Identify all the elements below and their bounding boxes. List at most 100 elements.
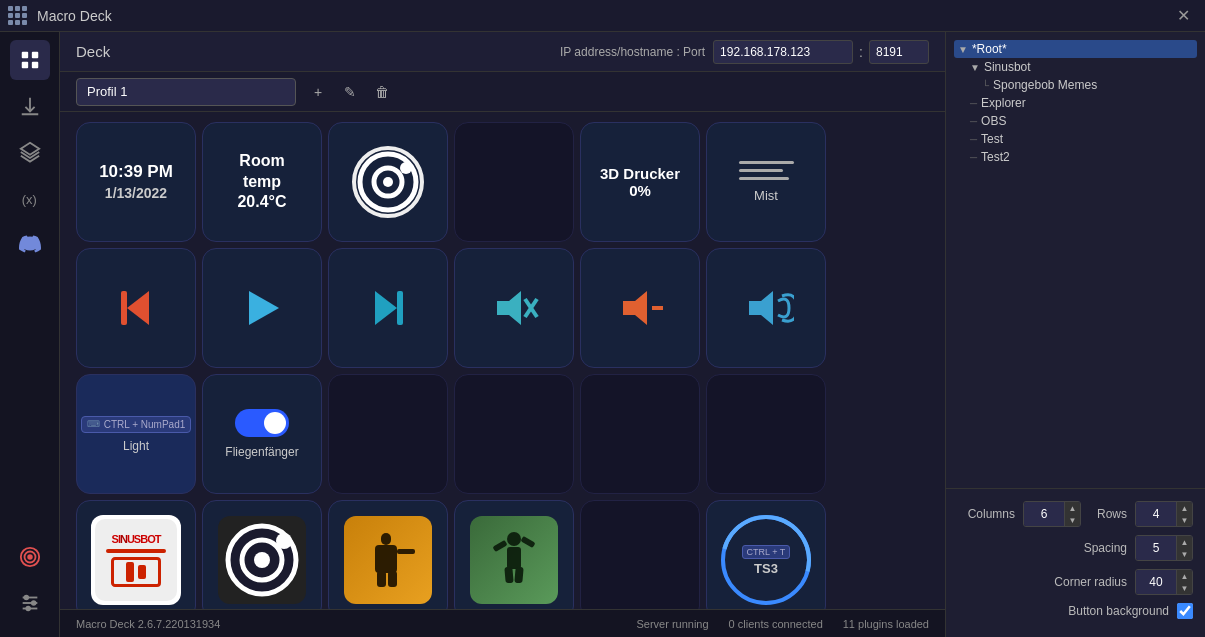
sinusbot-box bbox=[111, 557, 161, 587]
button-bg-checkbox[interactable] bbox=[1177, 603, 1193, 619]
variable-icon: (x) bbox=[19, 187, 41, 209]
version-label: Macro Deck 2.6.7.220131934 bbox=[76, 618, 220, 630]
mist-line-3 bbox=[739, 177, 789, 180]
rows-down-button[interactable]: ▼ bbox=[1176, 514, 1192, 526]
obs-logo bbox=[356, 150, 420, 214]
mist-label: Mist bbox=[754, 188, 778, 203]
sidebar-item-settings[interactable] bbox=[10, 537, 50, 577]
deck-button-printer[interactable]: 3D Drucker 0% bbox=[580, 122, 700, 242]
sidebar-item-layers[interactable] bbox=[10, 132, 50, 172]
settings-panel: Columns ▲ ▼ Rows ▲ ▼ bbox=[946, 488, 1205, 637]
tree-label-explorer: Explorer bbox=[981, 96, 1026, 110]
deck-button-empty-4[interactable] bbox=[580, 374, 700, 494]
sidebar-item-variable[interactable]: (x) bbox=[10, 178, 50, 218]
edit-profile-button[interactable]: ✎ bbox=[336, 78, 364, 106]
obs-app-logo bbox=[223, 521, 301, 599]
spacing-down-button[interactable]: ▼ bbox=[1176, 548, 1192, 560]
profile-actions: + ✎ 🗑 bbox=[304, 78, 396, 106]
deck-button-voldown[interactable] bbox=[580, 248, 700, 368]
tree-item-obs[interactable]: ─ OBS bbox=[954, 112, 1197, 130]
deck-button-roomtemp[interactable]: Room temp 20.4°C bbox=[202, 122, 322, 242]
corner-radius-up-button[interactable]: ▲ bbox=[1176, 570, 1192, 582]
light-shortcut-badge: ⌨ CTRL + NumPad1 bbox=[81, 416, 192, 433]
sinusbot-bar bbox=[106, 549, 166, 553]
plugins-count: 11 plugins loaded bbox=[843, 618, 929, 630]
deck-button-empty-3[interactable] bbox=[454, 374, 574, 494]
main-container: (x) bbox=[0, 32, 1205, 637]
deck-button-toggle[interactable]: Fliegenfänger bbox=[202, 374, 322, 494]
port-input[interactable] bbox=[869, 40, 929, 64]
target-icon bbox=[19, 546, 41, 568]
sidebar-item-deck[interactable] bbox=[10, 40, 50, 80]
corner-radius-down-button[interactable]: ▼ bbox=[1176, 582, 1192, 594]
sidebar-item-download[interactable] bbox=[10, 86, 50, 126]
deck-button-light[interactable]: ⌨ CTRL + NumPad1 Light bbox=[76, 374, 196, 494]
corner-radius-input[interactable] bbox=[1136, 570, 1176, 594]
sinusbot-logo: SINUSBOT bbox=[95, 519, 177, 601]
tree-item-spongebob[interactable]: └ Spongebob Memes bbox=[954, 76, 1197, 94]
columns-input[interactable] bbox=[1024, 502, 1064, 526]
voldown-icon bbox=[613, 281, 668, 336]
svg-marker-19 bbox=[127, 291, 149, 325]
deck-button-next[interactable] bbox=[328, 248, 448, 368]
deck-button-sinusbot[interactable]: SINUSBOT bbox=[76, 500, 196, 609]
corner-radius-row: Corner radius ▲ ▼ bbox=[958, 569, 1193, 595]
ip-label: IP address/hostname : Port bbox=[560, 45, 705, 59]
cs-logo bbox=[353, 525, 423, 595]
corner-radius-label: Corner radius bbox=[958, 575, 1127, 589]
columns-up-button[interactable]: ▲ bbox=[1064, 502, 1080, 514]
volup-icon bbox=[739, 281, 794, 336]
toggle-knob bbox=[264, 412, 286, 434]
statusbar: Macro Deck 2.6.7.220131934 Server runnin… bbox=[60, 609, 945, 637]
light-label: Light bbox=[123, 439, 149, 453]
tree-item-test2[interactable]: ─ Test2 bbox=[954, 148, 1197, 166]
mute-icon bbox=[487, 281, 542, 336]
sidebar-item-sliders[interactable] bbox=[10, 583, 50, 623]
deck-button-arma[interactable] bbox=[454, 500, 574, 609]
spacing-input[interactable] bbox=[1136, 536, 1176, 560]
sidebar-item-discord[interactable] bbox=[10, 224, 50, 264]
topbar: Deck IP address/hostname : Port : bbox=[60, 32, 945, 72]
deck-button-obs-record[interactable] bbox=[328, 122, 448, 242]
tree-arrow-test: ─ bbox=[970, 134, 977, 145]
deck-button-mist[interactable]: Mist bbox=[706, 122, 826, 242]
deck-button-play[interactable] bbox=[202, 248, 322, 368]
port-separator: : bbox=[859, 44, 863, 60]
add-profile-button[interactable]: + bbox=[304, 78, 332, 106]
deck-button-empty-6[interactable] bbox=[580, 500, 700, 609]
prev-icon bbox=[109, 281, 164, 336]
center-panel: Deck IP address/hostname : Port : Profil… bbox=[60, 32, 945, 637]
ts3-circle: CTRL + T TS3 bbox=[721, 515, 811, 605]
deck-button-empty-5[interactable] bbox=[706, 374, 826, 494]
deck-button-clock[interactable]: 10:39 PM 1/13/2022 bbox=[76, 122, 196, 242]
svg-rect-40 bbox=[507, 547, 521, 569]
deck-button-prev[interactable] bbox=[76, 248, 196, 368]
deck-button-empty-1[interactable] bbox=[454, 122, 574, 242]
rows-label: Rows bbox=[1097, 507, 1127, 521]
mist-line-1 bbox=[739, 161, 794, 164]
svg-point-18 bbox=[400, 162, 412, 174]
deck-button-mute[interactable] bbox=[454, 248, 574, 368]
tree-arrow-explorer: ─ bbox=[970, 98, 977, 109]
deck-button-cs[interactable] bbox=[328, 500, 448, 609]
profile-select[interactable]: Profil 1 Profil 2 bbox=[76, 78, 296, 106]
tree-item-root[interactable]: ▼ *Root* bbox=[954, 40, 1197, 58]
spacing-up-button[interactable]: ▲ bbox=[1176, 536, 1192, 548]
deck-button-empty-2[interactable] bbox=[328, 374, 448, 494]
deck-button-volup[interactable] bbox=[706, 248, 826, 368]
keyboard-icon: ⌨ bbox=[87, 419, 100, 429]
tree-item-sinusbot[interactable]: ▼ Sinusbot bbox=[954, 58, 1197, 76]
tree-item-explorer[interactable]: ─ Explorer bbox=[954, 94, 1197, 112]
rows-input[interactable] bbox=[1136, 502, 1176, 526]
svg-marker-27 bbox=[623, 291, 647, 325]
profilebar: Profil 1 Profil 2 + ✎ 🗑 bbox=[60, 72, 945, 112]
columns-down-button[interactable]: ▼ bbox=[1064, 514, 1080, 526]
delete-profile-button[interactable]: 🗑 bbox=[368, 78, 396, 106]
ip-input[interactable] bbox=[713, 40, 853, 64]
rows-up-button[interactable]: ▲ bbox=[1176, 502, 1192, 514]
close-button[interactable]: ✕ bbox=[1169, 2, 1197, 30]
svg-point-12 bbox=[24, 596, 28, 600]
deck-button-ts3[interactable]: CTRL + T TS3 bbox=[706, 500, 826, 609]
tree-item-test[interactable]: ─ Test bbox=[954, 130, 1197, 148]
deck-button-obs-app[interactable] bbox=[202, 500, 322, 609]
